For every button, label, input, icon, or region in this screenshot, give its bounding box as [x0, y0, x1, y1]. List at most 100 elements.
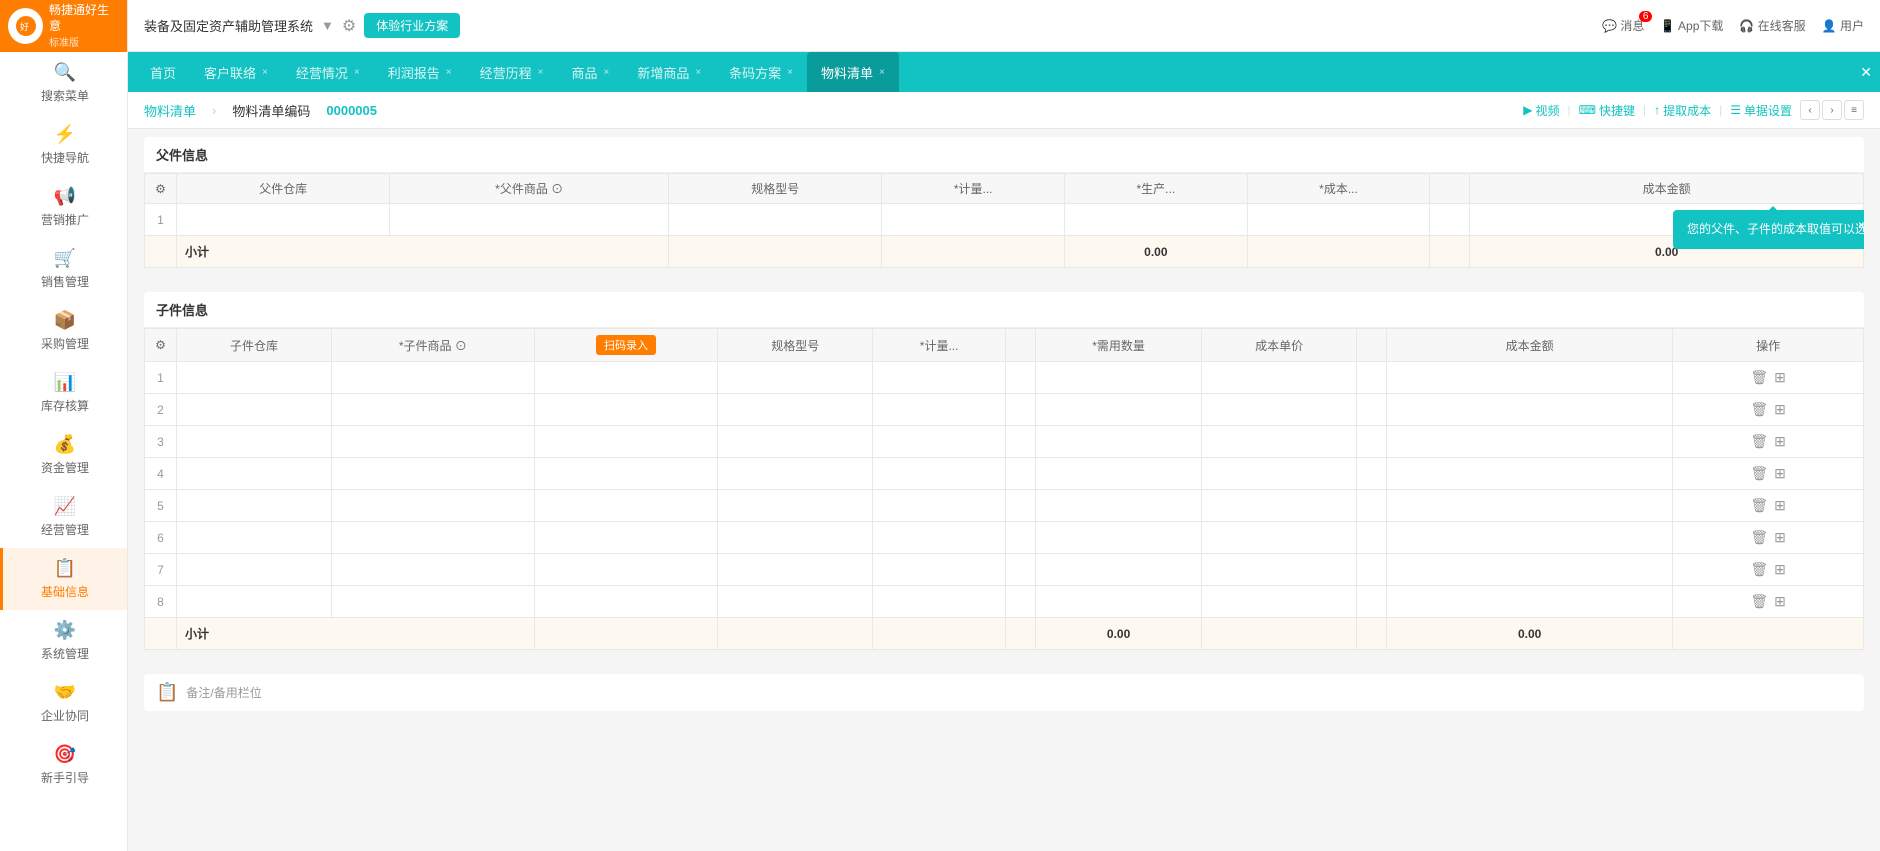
tab-8[interactable]: 物料清单×: [807, 52, 899, 92]
child-product-6[interactable]: [332, 554, 535, 586]
child-scan-1[interactable]: [534, 394, 718, 426]
child-unit-1[interactable]: [873, 394, 1006, 426]
tab-3[interactable]: 利润报告×: [374, 52, 466, 92]
nav-left-icon[interactable]: ‹: [1800, 100, 1820, 120]
sidebar-item-6[interactable]: 💰资金管理: [0, 424, 127, 486]
child-unit-cost-3[interactable]: [1202, 458, 1357, 490]
child-qty-6[interactable]: [1036, 554, 1202, 586]
tab-close-3[interactable]: ×: [446, 67, 452, 78]
parent-production-cell[interactable]: [1065, 204, 1248, 236]
child-amount-5[interactable]: [1387, 522, 1673, 554]
child-warehouse-6[interactable]: [177, 554, 332, 586]
child-qty-4[interactable]: [1036, 490, 1202, 522]
delete-icon-5[interactable]: 🗑: [1750, 529, 1768, 546]
child-unit-0[interactable]: [873, 362, 1006, 394]
child-scan-5[interactable]: [534, 522, 718, 554]
child-amount-0[interactable]: [1387, 362, 1673, 394]
delete-icon-2[interactable]: 🗑: [1750, 433, 1768, 450]
nav-menu-icon[interactable]: ≡: [1844, 100, 1864, 120]
child-scan-3[interactable]: [534, 458, 718, 490]
child-product-7[interactable]: [332, 586, 535, 618]
child-unit-6[interactable]: [873, 554, 1006, 586]
tab-close-5[interactable]: ×: [603, 67, 609, 78]
delete-icon-1[interactable]: 🗑: [1750, 401, 1768, 418]
child-warehouse-1[interactable]: [177, 394, 332, 426]
child-unit-cost-1[interactable]: [1202, 394, 1357, 426]
copy-icon-1[interactable]: ⊞: [1774, 401, 1786, 418]
child-qty-3[interactable]: [1036, 458, 1202, 490]
copy-icon-2[interactable]: ⊞: [1774, 433, 1786, 450]
parent-cost-cell[interactable]: [1247, 204, 1430, 236]
breadcrumb-link[interactable]: 物料清单: [144, 101, 196, 120]
child-qty-5[interactable]: [1036, 522, 1202, 554]
sidebar-item-9[interactable]: ⚙️系统管理: [0, 610, 127, 672]
child-spec-4[interactable]: [718, 490, 873, 522]
child-spec-0[interactable]: [718, 362, 873, 394]
child-scan-6[interactable]: [534, 554, 718, 586]
delete-icon-6[interactable]: 🗑: [1750, 561, 1768, 578]
child-product-1[interactable]: [332, 394, 535, 426]
tab-close-2[interactable]: ×: [354, 67, 360, 78]
tab-5[interactable]: 商品×: [557, 52, 623, 92]
online-service[interactable]: 🎧 在线客服: [1739, 17, 1805, 34]
tab-6[interactable]: 新增商品×: [623, 52, 715, 92]
child-product-2[interactable]: [332, 426, 535, 458]
tab-close-8[interactable]: ×: [879, 67, 885, 78]
child-amount-2[interactable]: [1387, 426, 1673, 458]
copy-icon-4[interactable]: ⊞: [1774, 497, 1786, 514]
child-product-4[interactable]: [332, 490, 535, 522]
child-warehouse-3[interactable]: [177, 458, 332, 490]
child-col-settings[interactable]: ⚙: [145, 329, 177, 362]
child-scan-4[interactable]: [534, 490, 718, 522]
child-unit-cost-4[interactable]: [1202, 490, 1357, 522]
sidebar-item-5[interactable]: 📊库存核算: [0, 362, 127, 424]
copy-icon-6[interactable]: ⊞: [1774, 561, 1786, 578]
nav-right-icon[interactable]: ›: [1822, 100, 1842, 120]
child-spec-2[interactable]: [718, 426, 873, 458]
sidebar-item-2[interactable]: 📢营销推广: [0, 176, 127, 238]
sidebar-item-8[interactable]: 📋基础信息: [0, 548, 127, 610]
parent-col-settings[interactable]: ⚙: [145, 174, 177, 204]
user-avatar[interactable]: 👤 用户: [1822, 17, 1864, 34]
tab-4[interactable]: 经营历程×: [466, 52, 558, 92]
child-spec-1[interactable]: [718, 394, 873, 426]
child-scan-0[interactable]: [534, 362, 718, 394]
child-scan-2[interactable]: [534, 426, 718, 458]
child-spec-7[interactable]: [718, 586, 873, 618]
child-product-0[interactable]: [332, 362, 535, 394]
child-warehouse-5[interactable]: [177, 522, 332, 554]
tab-7[interactable]: 条码方案×: [715, 52, 807, 92]
child-qty-1[interactable]: [1036, 394, 1202, 426]
child-unit-cost-6[interactable]: [1202, 554, 1357, 586]
sidebar-item-11[interactable]: 🎯新手引导: [0, 734, 127, 796]
copy-icon-3[interactable]: ⊞: [1774, 465, 1786, 482]
copy-icon-7[interactable]: ⊞: [1774, 593, 1786, 610]
child-amount-1[interactable]: [1387, 394, 1673, 426]
copy-icon-5[interactable]: ⊞: [1774, 529, 1786, 546]
delete-icon-4[interactable]: 🗑: [1750, 497, 1768, 514]
tab-close-6[interactable]: ×: [695, 67, 701, 78]
child-unit-cost-2[interactable]: [1202, 426, 1357, 458]
delete-icon-7[interactable]: 🗑: [1750, 593, 1768, 610]
child-spec-5[interactable]: [718, 522, 873, 554]
tab-close-4[interactable]: ×: [538, 67, 544, 78]
delete-icon-3[interactable]: 🗑: [1750, 465, 1768, 482]
child-scan-7[interactable]: [534, 586, 718, 618]
child-amount-6[interactable]: [1387, 554, 1673, 586]
child-spec-3[interactable]: [718, 458, 873, 490]
tab-2[interactable]: 经营情况×: [282, 52, 374, 92]
child-warehouse-7[interactable]: [177, 586, 332, 618]
parent-unit-cell[interactable]: [882, 204, 1065, 236]
child-qty-7[interactable]: [1036, 586, 1202, 618]
child-unit-cost-0[interactable]: [1202, 362, 1357, 394]
video-btn[interactable]: ▶ 视频: [1523, 102, 1559, 119]
sidebar-item-1[interactable]: ⚡快捷导航: [0, 114, 127, 176]
sidebar-item-3[interactable]: 🛒销售管理: [0, 238, 127, 300]
child-unit-5[interactable]: [873, 522, 1006, 554]
child-amount-3[interactable]: [1387, 458, 1673, 490]
sidebar-item-4[interactable]: 📦采购管理: [0, 300, 127, 362]
child-qty-0[interactable]: [1036, 362, 1202, 394]
tab-close-1[interactable]: ×: [262, 67, 268, 78]
child-product-3[interactable]: [332, 458, 535, 490]
sidebar-item-10[interactable]: 🤝企业协同: [0, 672, 127, 734]
